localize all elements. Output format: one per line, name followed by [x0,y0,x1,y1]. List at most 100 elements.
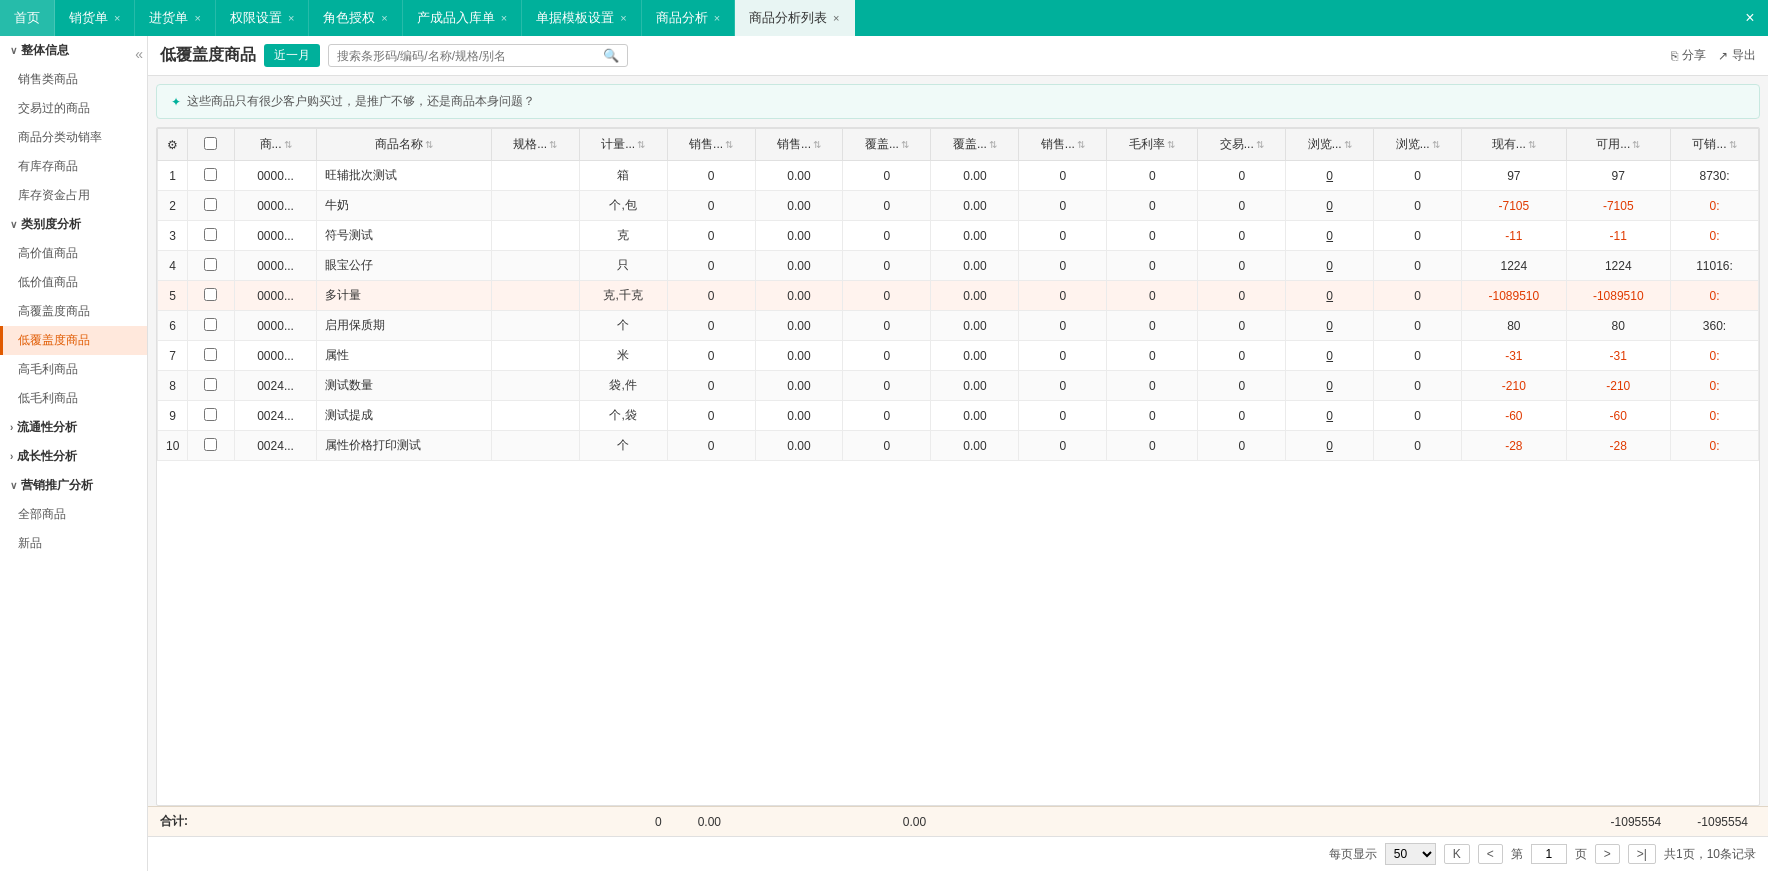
nav-template-settings[interactable]: 单据模板设置 × [522,0,641,36]
col-header-saleable[interactable]: 可销...⇅ [1670,129,1758,161]
row-browse1[interactable]: 0 [1286,341,1374,371]
per-page-select[interactable]: 50 10 20 100 [1385,843,1436,865]
close-icon[interactable]: × [288,12,294,24]
col-header-browse2[interactable]: 浏览...⇅ [1374,129,1462,161]
row-checkbox-cell[interactable] [188,431,234,461]
col-header-code[interactable]: 商...⇅ [234,129,317,161]
nav-product-inbound[interactable]: 产成品入库单 × [403,0,522,36]
browse1-link[interactable]: 0 [1326,439,1333,453]
col-header-transaction[interactable]: 交易...⇅ [1198,129,1286,161]
col-header-available-stock[interactable]: 可用...⇅ [1566,129,1670,161]
col-header-coverage2[interactable]: 覆盖...⇅ [931,129,1019,161]
row-checkbox[interactable] [204,378,217,391]
browse1-link[interactable]: 0 [1326,199,1333,213]
row-browse1[interactable]: 0 [1286,221,1374,251]
sidebar-section-category[interactable]: ∨ 类别度分析 [0,210,147,239]
close-icon[interactable]: × [501,12,507,24]
sidebar-item-high-value[interactable]: 高价值商品 [0,239,147,268]
sidebar-item-traded-products[interactable]: 交易过的商品 [0,94,147,123]
sidebar-item-category-turnover[interactable]: 商品分类动销率 [0,123,147,152]
col-header-sales-amount[interactable]: 销售...⇅ [755,129,843,161]
browse1-link[interactable]: 0 [1326,169,1333,183]
col-header-coverage1[interactable]: 覆盖...⇅ [843,129,931,161]
sidebar-item-high-coverage[interactable]: 高覆盖度商品 [0,297,147,326]
sidebar-collapse-button[interactable]: « [131,44,147,64]
close-icon[interactable]: × [194,12,200,24]
time-filter-button[interactable]: 近一月 [264,44,320,67]
row-checkbox-cell[interactable] [188,191,234,221]
row-checkbox[interactable] [204,348,217,361]
row-checkbox-cell[interactable] [188,311,234,341]
row-checkbox[interactable] [204,318,217,331]
nav-product-analysis[interactable]: 商品分析 × [642,0,735,36]
next-page-button[interactable]: > [1595,844,1620,864]
nav-purchase-order[interactable]: 进货单 × [135,0,215,36]
row-checkbox-cell[interactable] [188,401,234,431]
row-browse1[interactable]: 0 [1286,161,1374,191]
row-browse1[interactable]: 0 [1286,281,1374,311]
sidebar-item-all-products[interactable]: 全部商品 [0,500,147,529]
col-header-spec[interactable]: 规格...⇅ [491,129,579,161]
row-checkbox[interactable] [204,168,217,181]
nav-product-analysis-list[interactable]: 商品分析列表 × [735,0,854,36]
export-button[interactable]: ↗ 导出 [1718,47,1756,64]
browse1-link[interactable]: 0 [1326,319,1333,333]
close-icon[interactable]: × [833,12,839,24]
row-checkbox-cell[interactable] [188,281,234,311]
row-browse1[interactable]: 0 [1286,191,1374,221]
sidebar-section-liquidity[interactable]: › 流通性分析 [0,413,147,442]
close-icon[interactable]: × [714,12,720,24]
sidebar-section-overall[interactable]: ∨ 整体信息 [0,36,147,65]
nav-home[interactable]: 首页 [0,0,55,36]
select-all-checkbox[interactable] [204,137,217,150]
nav-role-auth[interactable]: 角色授权 × [309,0,402,36]
browse1-link[interactable]: 0 [1326,259,1333,273]
sidebar-item-in-stock[interactable]: 有库存商品 [0,152,147,181]
row-browse1[interactable]: 0 [1286,251,1374,281]
row-checkbox[interactable] [204,408,217,421]
col-header-name[interactable]: 商品名称⇅ [317,129,491,161]
row-browse1[interactable]: 0 [1286,311,1374,341]
row-checkbox-cell[interactable] [188,251,234,281]
close-icon[interactable]: × [620,12,626,24]
sidebar-item-sales-products[interactable]: 销售类商品 [0,65,147,94]
sidebar-item-low-value[interactable]: 低价值商品 [0,268,147,297]
browse1-link[interactable]: 0 [1326,409,1333,423]
sidebar-item-low-coverage[interactable]: 低覆盖度商品 [0,326,147,355]
row-checkbox[interactable] [204,288,217,301]
window-close-button[interactable]: × [1732,0,1768,36]
row-checkbox-cell[interactable] [188,341,234,371]
sidebar-item-low-margin[interactable]: 低毛利商品 [0,384,147,413]
browse1-link[interactable]: 0 [1326,289,1333,303]
row-browse1[interactable]: 0 [1286,371,1374,401]
row-checkbox[interactable] [204,438,217,451]
browse1-link[interactable]: 0 [1326,229,1333,243]
row-browse1[interactable]: 0 [1286,431,1374,461]
settings-col-header[interactable]: ⚙ [158,129,188,161]
row-checkbox-cell[interactable] [188,371,234,401]
row-checkbox-cell[interactable] [188,161,234,191]
col-header-sales3[interactable]: 销售...⇅ [1019,129,1107,161]
share-button[interactable]: ⎘ 分享 [1671,47,1706,64]
data-table-container[interactable]: ⚙ 商...⇅ 商品名称⇅ 规格...⇅ 计量...⇅ 销售...⇅ 销售...… [156,127,1760,806]
row-checkbox-cell[interactable] [188,221,234,251]
row-checkbox[interactable] [204,258,217,271]
browse1-link[interactable]: 0 [1326,349,1333,363]
sidebar-item-new-products[interactable]: 新品 [0,529,147,558]
nav-sales-order[interactable]: 销货单 × [55,0,135,36]
col-header-browse1[interactable]: 浏览...⇅ [1286,129,1374,161]
sidebar-section-marketing[interactable]: ∨ 营销推广分析 [0,471,147,500]
checkbox-col-header[interactable] [188,129,234,161]
col-header-unit[interactable]: 计量...⇅ [579,129,667,161]
close-icon[interactable]: × [381,12,387,24]
page-number-input[interactable] [1531,844,1567,864]
col-header-sales-qty[interactable]: 销售...⇅ [667,129,755,161]
sidebar-item-high-margin[interactable]: 高毛利商品 [0,355,147,384]
row-checkbox[interactable] [204,198,217,211]
col-header-current-stock[interactable]: 现有...⇅ [1462,129,1566,161]
prev-page-button[interactable]: < [1478,844,1503,864]
sidebar-item-inventory-capital[interactable]: 库存资金占用 [0,181,147,210]
search-input[interactable] [337,49,603,63]
close-icon[interactable]: × [114,12,120,24]
first-page-button[interactable]: K [1444,844,1470,864]
